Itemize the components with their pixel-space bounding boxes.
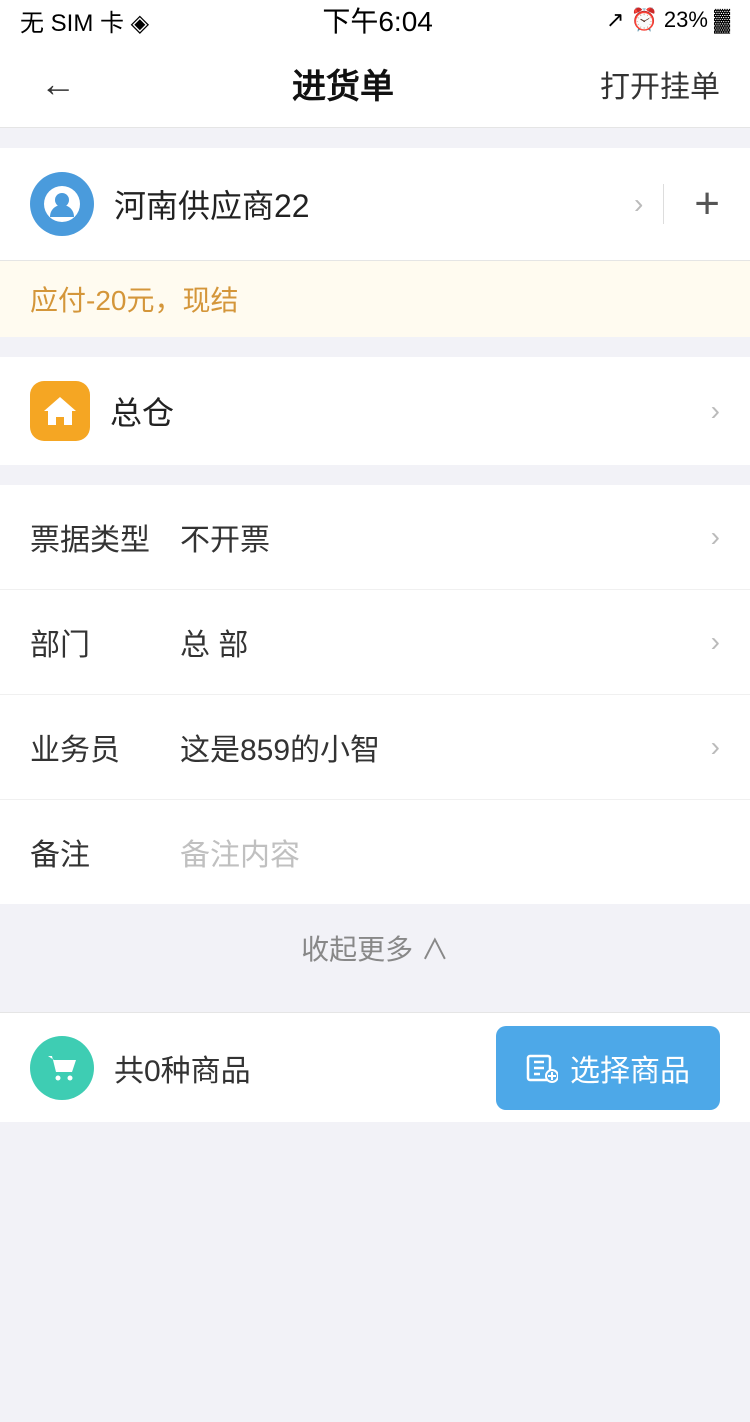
cart-icon bbox=[44, 1050, 80, 1086]
department-row[interactable]: 部门 总 部 › bbox=[0, 590, 750, 695]
department-value: 总 部 bbox=[180, 620, 711, 664]
status-left: 无 SIM 卡 ◈ bbox=[20, 3, 149, 38]
gap-3 bbox=[0, 465, 750, 485]
supplier-name: 河南供应商22 bbox=[114, 181, 634, 227]
gap-2 bbox=[0, 337, 750, 357]
supplier-row[interactable]: 河南供应商22 › + bbox=[0, 148, 750, 261]
select-product-label: 选择商品 bbox=[570, 1046, 690, 1090]
supplier-card: 河南供应商22 › + 应付-20元，现结 bbox=[0, 148, 750, 337]
salesperson-chevron-icon: › bbox=[711, 731, 720, 763]
alarm-icon: ⏰ bbox=[630, 7, 657, 33]
form-card: 票据类型 不开票 › 部门 总 部 › 业务员 这是859的小智 › 备注 备注… bbox=[0, 485, 750, 904]
location-icon: ↗ bbox=[606, 7, 624, 33]
back-button[interactable]: ← bbox=[30, 53, 86, 115]
add-supplier-button[interactable]: + bbox=[694, 182, 720, 226]
remark-row[interactable]: 备注 备注内容 bbox=[0, 800, 750, 904]
remark-value[interactable]: 备注内容 bbox=[180, 830, 720, 874]
gap-1 bbox=[0, 128, 750, 148]
select-product-button[interactable]: 选择商品 bbox=[496, 1026, 720, 1110]
warehouse-row[interactable]: 总仓 › bbox=[0, 357, 750, 465]
status-right: ↗ ⏰ 23% ▓ bbox=[606, 7, 730, 33]
invoice-type-chevron-icon: › bbox=[711, 521, 720, 553]
warehouse-icon bbox=[30, 381, 90, 441]
invoice-type-label: 票据类型 bbox=[30, 515, 170, 559]
battery-label: 23% bbox=[664, 7, 708, 33]
status-time: 下午6:04 bbox=[322, 0, 433, 40]
supplier-avatar bbox=[30, 172, 94, 236]
supplier-chevron-icon: › bbox=[634, 188, 643, 220]
nav-bar: ← 进货单 打开挂单 bbox=[0, 40, 750, 128]
battery-icon: ▓ bbox=[714, 7, 730, 33]
separator bbox=[663, 184, 664, 224]
product-cart-icon bbox=[30, 1036, 94, 1100]
status-bar: 无 SIM 卡 ◈ 下午6:04 ↗ ⏰ 23% ▓ bbox=[0, 0, 750, 40]
page-title: 进货单 bbox=[292, 59, 394, 108]
department-chevron-icon: › bbox=[711, 626, 720, 658]
warehouse-chevron-icon: › bbox=[711, 395, 720, 427]
salesperson-label: 业务员 bbox=[30, 725, 170, 769]
person-icon bbox=[47, 189, 77, 219]
invoice-type-row[interactable]: 票据类型 不开票 › bbox=[0, 485, 750, 590]
info-banner: 应付-20元，现结 bbox=[0, 261, 750, 337]
salesperson-row[interactable]: 业务员 这是859的小智 › bbox=[0, 695, 750, 800]
department-label: 部门 bbox=[30, 620, 170, 664]
open-pending-button[interactable]: 打开挂单 bbox=[600, 62, 720, 106]
house-icon bbox=[42, 393, 78, 429]
bottom-bg bbox=[0, 1122, 750, 1422]
collapse-label: 收起更多 ∧ bbox=[301, 928, 449, 968]
collapse-button[interactable]: 收起更多 ∧ bbox=[0, 904, 750, 992]
warehouse-name: 总仓 bbox=[110, 388, 711, 434]
salesperson-value: 这是859的小智 bbox=[180, 725, 711, 769]
gap-4 bbox=[0, 992, 750, 1012]
sim-label: 无 SIM 卡 ◈ bbox=[20, 3, 149, 38]
select-product-icon bbox=[526, 1052, 558, 1084]
warehouse-card[interactable]: 总仓 › bbox=[0, 357, 750, 465]
product-count: 共0种商品 bbox=[114, 1046, 476, 1090]
avatar-inner bbox=[44, 186, 80, 222]
bottom-bar: 共0种商品 选择商品 bbox=[0, 1012, 750, 1122]
invoice-type-value: 不开票 bbox=[180, 515, 711, 559]
remark-label: 备注 bbox=[30, 830, 170, 874]
